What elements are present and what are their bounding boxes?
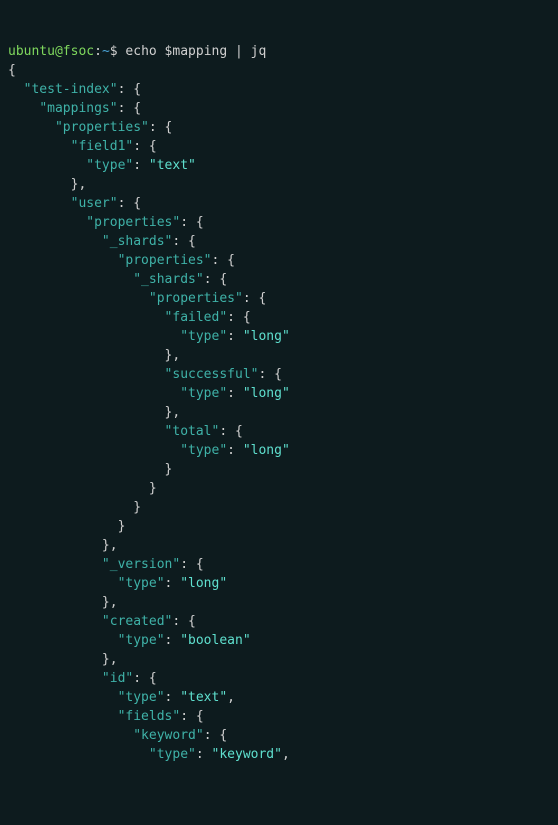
json-key: "mappings" [39, 101, 117, 116]
json-brace: { [196, 557, 204, 572]
json-key: "id" [102, 671, 133, 686]
json-key: "field1" [71, 139, 134, 154]
json-brace: } [118, 519, 126, 534]
json-colon: : [243, 291, 259, 306]
json-key: "_version" [102, 557, 180, 572]
json-colon: : [204, 728, 220, 743]
json-colon: : [219, 424, 235, 439]
json-key: "total" [165, 424, 220, 439]
json-key: "properties" [86, 215, 180, 230]
json-colon: : [204, 272, 220, 287]
json-colon: : [133, 139, 149, 154]
json-brace: }, [102, 538, 118, 553]
json-string: "long" [243, 443, 290, 458]
json-brace: { [196, 215, 204, 230]
json-brace: } [133, 500, 141, 515]
json-brace: } [149, 481, 157, 496]
json-brace: }, [165, 348, 181, 363]
json-key: "type" [118, 633, 165, 648]
json-brace: }, [102, 652, 118, 667]
json-key: "type" [149, 747, 196, 762]
json-colon: : [165, 690, 181, 705]
json-colon: : [227, 329, 243, 344]
json-colon: : [212, 253, 228, 268]
json-brace: { [133, 101, 141, 116]
json-colon: : [172, 234, 188, 249]
json-colon: : [118, 82, 134, 97]
json-string: "keyword" [212, 747, 282, 762]
json-comma: , [282, 747, 290, 762]
json-key: "properties" [118, 253, 212, 268]
json-colon: : [149, 120, 165, 135]
json-string: "long" [243, 386, 290, 401]
json-key: "type" [118, 576, 165, 591]
json-colon: : [133, 671, 149, 686]
json-key: "properties" [149, 291, 243, 306]
json-key: "user" [71, 196, 118, 211]
json-key: "successful" [165, 367, 259, 382]
json-brace: }, [102, 595, 118, 610]
json-brace: { [274, 367, 282, 382]
json-brace: { [149, 139, 157, 154]
json-brace: { [133, 82, 141, 97]
json-colon: : [227, 443, 243, 458]
json-brace: { [219, 728, 227, 743]
json-colon: : [118, 101, 134, 116]
json-colon: : [118, 196, 134, 211]
json-key: "created" [102, 614, 172, 629]
json-brace: { [133, 196, 141, 211]
json-string: "long" [180, 576, 227, 591]
json-string: "text" [149, 158, 196, 173]
json-colon: : [258, 367, 274, 382]
json-brace: { [188, 234, 196, 249]
json-brace: }, [71, 177, 87, 192]
terminal-output: ubuntu@fsoc:~$ echo $mapping | jq { "tes… [8, 42, 550, 764]
json-brace: { [243, 310, 251, 325]
json-colon: : [180, 557, 196, 572]
json-brace: { [258, 291, 266, 306]
json-brace: } [165, 462, 173, 477]
command: echo $mapping | jq [125, 44, 266, 59]
json-key: "test-index" [24, 82, 118, 97]
json-brace: { [165, 120, 173, 135]
json-key: "type" [118, 690, 165, 705]
json-key: "keyword" [133, 728, 203, 743]
json-colon: : [196, 747, 212, 762]
json-key: "failed" [165, 310, 228, 325]
json-brace: }, [165, 405, 181, 420]
prompt-path: ~ [102, 44, 110, 59]
json-string: "long" [243, 329, 290, 344]
prompt-host: fsoc [63, 44, 94, 59]
json-brace: { [235, 424, 243, 439]
json-key: "type" [86, 158, 133, 173]
json-key: "_shards" [133, 272, 203, 287]
json-colon: : [133, 158, 149, 173]
prompt-dollar: $ [110, 44, 126, 59]
json-brace: { [219, 272, 227, 287]
json-colon: : [172, 614, 188, 629]
json-colon: : [227, 386, 243, 401]
prompt-user: ubuntu [8, 44, 55, 59]
json-brace: { [227, 253, 235, 268]
json-key: "properties" [55, 120, 149, 135]
json-key: "type" [180, 386, 227, 401]
json-colon: : [227, 310, 243, 325]
json-key: "type" [180, 329, 227, 344]
json-brace: { [188, 614, 196, 629]
json-brace: { [149, 671, 157, 686]
prompt-at: @ [55, 44, 63, 59]
json-comma: , [227, 690, 235, 705]
json-colon: : [180, 215, 196, 230]
json-string: "text" [180, 690, 227, 705]
prompt-line: ubuntu@fsoc:~$ echo $mapping | jq [8, 44, 266, 59]
json-key: "_shards" [102, 234, 172, 249]
json-brace: { [8, 63, 16, 78]
prompt-sep: : [94, 44, 102, 59]
json-string: "boolean" [180, 633, 250, 648]
json-key: "type" [180, 443, 227, 458]
json-colon: : [165, 633, 181, 648]
json-colon: : [165, 576, 181, 591]
